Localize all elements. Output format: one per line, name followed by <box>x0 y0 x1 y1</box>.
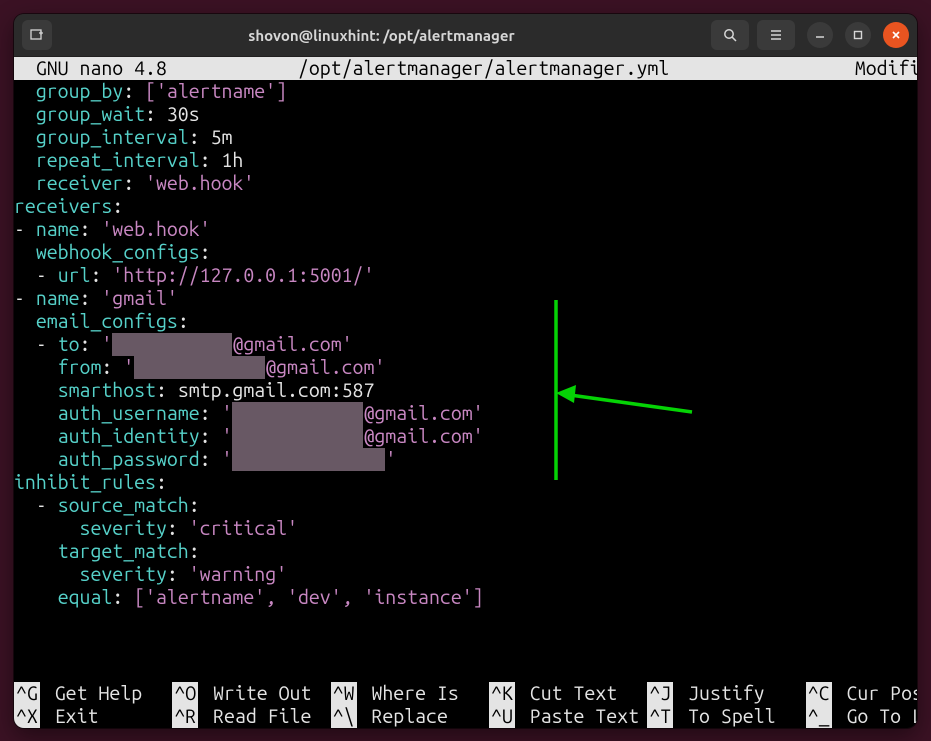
redacted-value <box>232 448 385 471</box>
shortcut-cut-text: ^K Cut Text <box>489 682 647 705</box>
shortcut-label: Justify <box>677 682 764 705</box>
redacted-value <box>232 402 363 425</box>
maximize-icon <box>852 29 864 41</box>
titlebar: shovon@linuxhint: /opt/alertmanager <box>14 14 917 57</box>
menu-button[interactable] <box>757 20 795 50</box>
terminal-body[interactable]: GNU nano 4.8 /opt/alertmanager/alertmana… <box>14 57 917 728</box>
shortcut-read-file: ^R Read File <box>172 705 330 728</box>
nano-shortcuts: ^G Get Help^O Write Out^W Where Is^K Cut… <box>14 682 917 728</box>
shortcut-get-help: ^G Get Help <box>14 682 172 705</box>
maximize-button[interactable] <box>845 22 871 48</box>
shortcut-where-is: ^W Where Is <box>331 682 489 705</box>
shortcut-label: Get Help <box>44 682 142 705</box>
new-tab-icon <box>29 27 45 43</box>
shortcut-label: Cut Text <box>519 682 617 705</box>
minimize-icon <box>814 29 826 41</box>
shortcut-key: ^W <box>331 682 357 705</box>
shortcut-label: Exit <box>44 705 99 728</box>
shortcut-justify: ^J Justify <box>647 682 805 705</box>
shortcut-to-spell: ^T To Spell <box>647 705 805 728</box>
shortcut-write-out: ^O Write Out <box>172 682 330 705</box>
shortcut-replace: ^\ Replace <box>331 705 489 728</box>
shortcut-key: ^X <box>14 705 40 728</box>
redacted-value <box>112 333 232 356</box>
nano-header: GNU nano 4.8 /opt/alertmanager/alertmana… <box>14 57 917 80</box>
shortcut-label: Paste Text <box>519 705 639 728</box>
shortcut-key: ^U <box>489 705 515 728</box>
shortcut-label: To Spell <box>677 705 775 728</box>
editor-content[interactable]: GNU nano 4.8 /opt/alertmanager/alertmana… <box>14 57 917 609</box>
shortcut-label: Where Is <box>361 682 459 705</box>
shortcut-key: ^\ <box>331 705 357 728</box>
terminal-window: shovon@linuxhint: /opt/alertmanager <box>14 14 917 728</box>
shortcut-key: ^J <box>647 682 673 705</box>
window-title: shovon@linuxhint: /opt/alertmanager <box>52 27 711 44</box>
shortcut-label: Replace <box>361 705 448 728</box>
shortcut-key: ^T <box>647 705 673 728</box>
search-icon <box>722 27 738 43</box>
redacted-value <box>134 356 265 379</box>
shortcut-key: ^K <box>489 682 515 705</box>
shortcut-label: Cur Pos <box>836 682 917 705</box>
shortcut-label: Go To Line <box>836 705 917 728</box>
close-button[interactable] <box>883 22 909 48</box>
shortcut-key: ^C <box>806 682 832 705</box>
shortcut-key: ^R <box>172 705 198 728</box>
redacted-value <box>232 425 363 448</box>
shortcut-key: ^G <box>14 682 40 705</box>
shortcut-cur-pos: ^C Cur Pos <box>806 682 917 705</box>
hamburger-icon <box>768 27 784 43</box>
shortcut-label: Write Out <box>202 682 311 705</box>
shortcut-exit: ^X Exit <box>14 705 172 728</box>
minimize-button[interactable] <box>807 22 833 48</box>
shortcut-label: Read File <box>202 705 311 728</box>
close-icon <box>890 29 902 41</box>
shortcut-key: ^_ <box>806 705 832 728</box>
shortcut-key: ^O <box>172 682 198 705</box>
shortcut-paste-text: ^U Paste Text <box>489 705 647 728</box>
search-button[interactable] <box>711 20 749 50</box>
shortcut-go-to-line: ^_ Go To Line <box>806 705 917 728</box>
new-tab-button[interactable] <box>22 20 52 50</box>
